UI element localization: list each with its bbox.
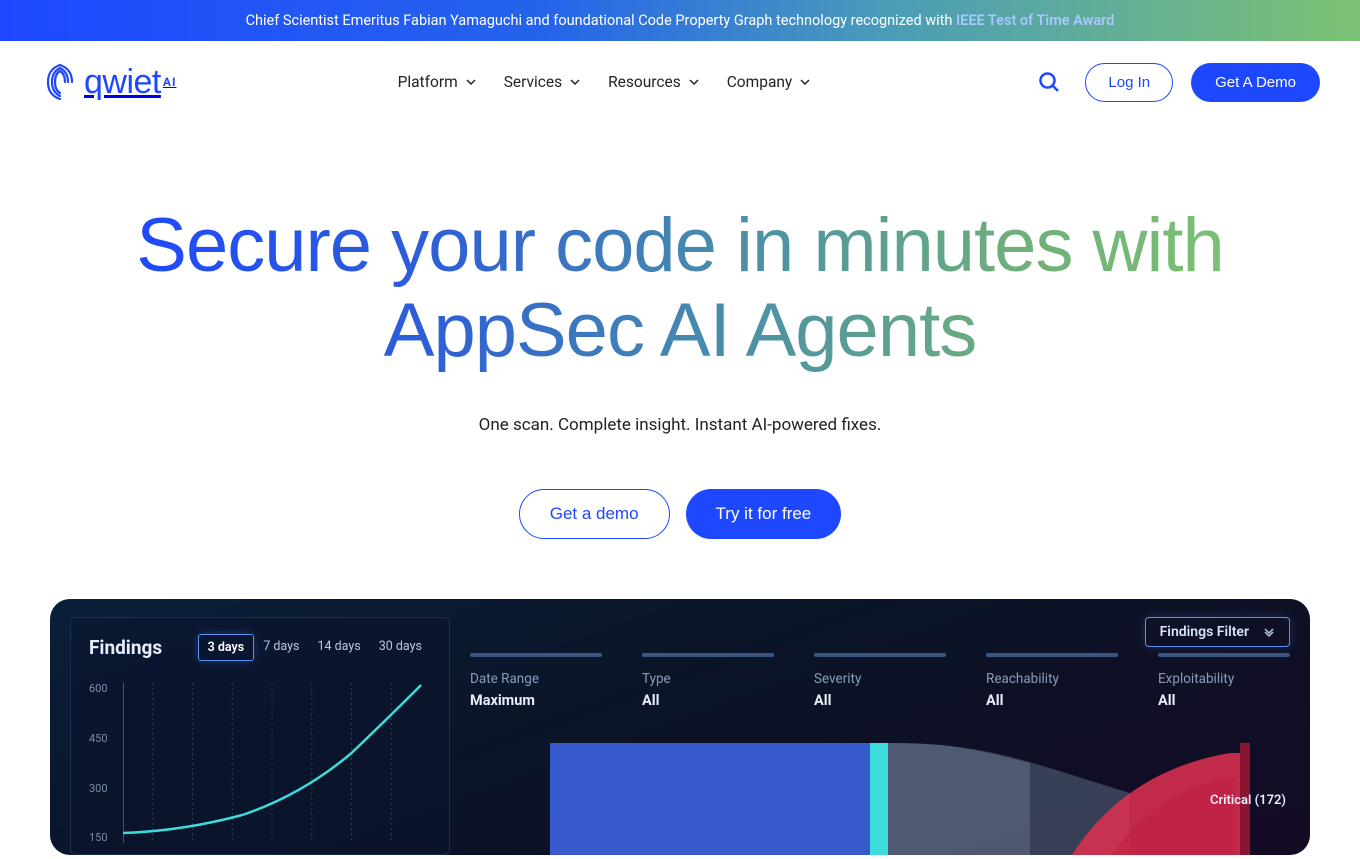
nav-label: Platform [398,73,458,91]
nav-label: Company [727,73,793,91]
main-nav: Platform Services Resources Company [398,73,811,91]
dashboard-preview-container: Findings 3 days 7 days 14 days 30 days 6… [0,599,1360,855]
y-tick: 150 [89,832,108,843]
filter-reachability[interactable]: Reachability All [986,653,1118,709]
hero-title: Secure your code in minutes with AppSec … [120,203,1240,373]
date-range-tabs: 3 days 7 days 14 days 30 days [198,634,431,661]
range-tab-14days[interactable]: 14 days [308,634,369,661]
hero-get-demo-button[interactable]: Get a demo [519,489,670,539]
chevron-down-icon [466,77,476,87]
range-tab-7days[interactable]: 7 days [254,634,308,661]
logo-swirl-icon [40,59,80,105]
filter-value: All [814,692,946,709]
findings-panel: Findings 3 days 7 days 14 days 30 days 6… [70,617,450,855]
get-demo-button[interactable]: Get A Demo [1191,63,1320,102]
logo-text: qwiet [84,63,161,102]
login-button[interactable]: Log In [1085,63,1173,102]
hero-section: Secure your code in minutes with AppSec … [0,123,1360,599]
filter-label: Severity [814,671,946,687]
filter-bar-indicator [1158,653,1290,657]
filter-value: All [1158,692,1290,709]
chevron-down-icon [570,77,580,87]
filter-date-range[interactable]: Date Range Maximum [470,653,602,709]
filter-severity[interactable]: Severity All [814,653,946,709]
findings-filter-button[interactable]: Findings Filter [1145,617,1290,647]
search-button[interactable] [1031,64,1067,100]
site-header: qwiet AI Platform Services Resources Com… [0,41,1360,123]
filter-row: Date Range Maximum Type All Severity All [470,653,1290,709]
announcement-bar: Chief Scientist Emeritus Fabian Yamaguch… [0,0,1360,41]
hero-cta-group: Get a demo Try it for free [40,489,1320,539]
filter-bar-indicator [814,653,946,657]
filter-label: Type [642,671,774,687]
nav-services[interactable]: Services [504,73,580,91]
filters-area: Findings Filter Date Range Maximum Type … [470,617,1290,855]
findings-line-chart [123,683,431,843]
nav-label: Services [504,73,562,91]
filter-value: Maximum [470,692,602,709]
y-tick: 450 [89,733,108,744]
nav-resources[interactable]: Resources [608,73,699,91]
logo[interactable]: qwiet AI [40,59,176,105]
header-actions: Log In Get A Demo [1031,63,1320,102]
sankey-chart: Critical (172) [470,743,1290,855]
announcement-text: Chief Scientist Emeritus Fabian Yamaguch… [246,12,956,29]
filter-label: Exploitability [1158,671,1290,687]
chevron-down-icon [689,77,699,87]
filter-value: All [986,692,1118,709]
nav-platform[interactable]: Platform [398,73,476,91]
findings-chart: 600 450 300 150 [89,683,431,843]
filter-bar-indicator [470,653,602,657]
announcement-link[interactable]: IEEE Test of Time Award [956,12,1114,29]
search-icon [1037,70,1061,94]
y-tick: 300 [89,783,108,794]
chevron-down-icon [800,77,810,87]
filter-bar-indicator [986,653,1118,657]
filter-label: Date Range [470,671,602,687]
nav-company[interactable]: Company [727,73,811,91]
range-tab-30days[interactable]: 30 days [370,634,431,661]
chart-y-axis: 600 450 300 150 [89,683,108,843]
filter-type[interactable]: Type All [642,653,774,709]
findings-filter-label: Findings Filter [1160,624,1249,640]
logo-ai-suffix: AI [163,75,177,89]
sankey-critical-label: Critical (172) [1210,793,1286,808]
dashboard-preview: Findings 3 days 7 days 14 days 30 days 6… [50,599,1310,855]
range-tab-3days[interactable]: 3 days [198,634,255,661]
filter-label: Reachability [986,671,1118,687]
hero-try-free-button[interactable]: Try it for free [686,489,842,539]
chevron-down-icon [1263,626,1275,638]
filter-value: All [642,692,774,709]
y-tick: 600 [89,683,108,694]
findings-title: Findings [89,636,162,659]
nav-label: Resources [608,73,681,91]
hero-subtitle: One scan. Complete insight. Instant AI-p… [40,415,1320,435]
filter-bar-indicator [642,653,774,657]
filter-exploitability[interactable]: Exploitability All [1158,653,1290,709]
sankey-svg [470,743,1290,855]
